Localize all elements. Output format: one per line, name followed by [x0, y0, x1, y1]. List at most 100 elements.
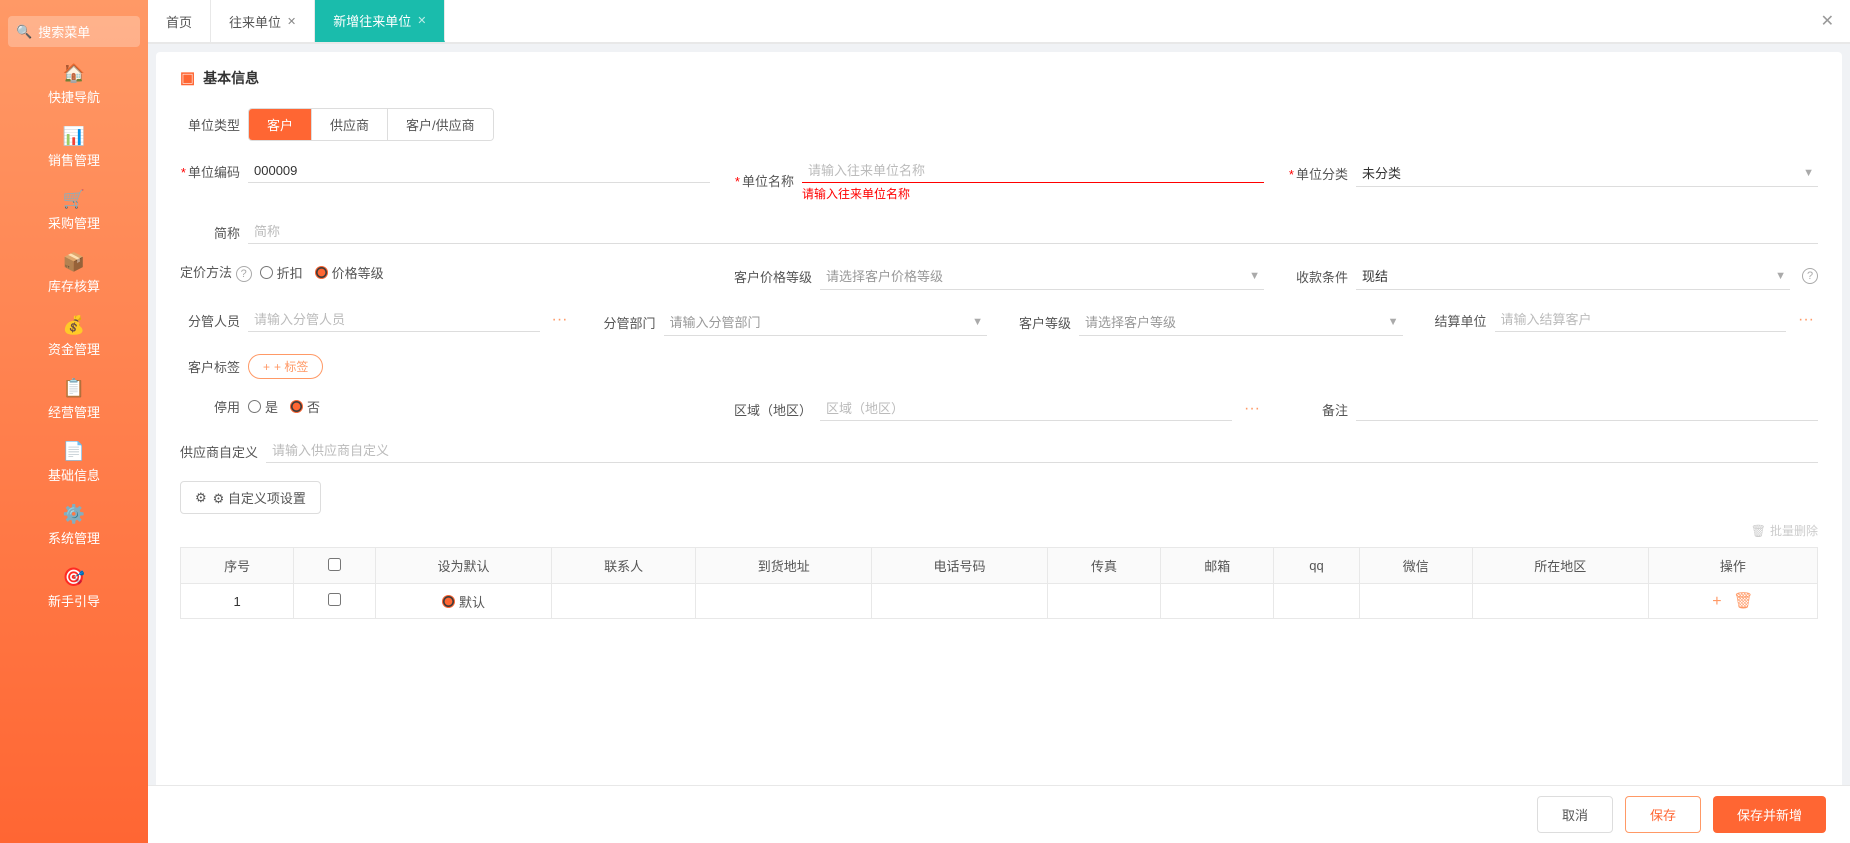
delete-row-icon[interactable]: 🗑	[1733, 593, 1753, 610]
col-action: 操作	[1648, 548, 1817, 584]
unit-code-input[interactable]	[248, 159, 710, 183]
cell-action: + 🗑	[1648, 584, 1817, 619]
custom-settings-button[interactable]: ⚙ ⚙ 自定义项设置	[180, 481, 321, 514]
section-title: 基本信息	[203, 68, 259, 88]
short-name-input[interactable]	[248, 220, 1818, 244]
save-and-new-button[interactable]: 保存并新增	[1713, 796, 1826, 833]
customer-level-select[interactable]: 请选择客户等级 ▼	[1079, 308, 1403, 336]
pricing-discount-radio[interactable]	[260, 266, 273, 279]
sidebar-item-label: 基础信息	[48, 465, 100, 484]
tab-new-partner[interactable]: 新增往来单位 ✕	[315, 0, 445, 42]
unit-category-field: *单位分类 未分类 ▼	[1288, 159, 1818, 187]
region-field: 区域（地区） ···	[734, 397, 1264, 421]
settlement-more-icon[interactable]: ···	[1794, 311, 1818, 329]
contacts-table: 序号 设为默认 联系人 到货地址 电话号码 传真 邮箱 qq 微信 所在地区 操…	[180, 547, 1818, 619]
sidebar-item-finance[interactable]: 💰 资金管理	[0, 305, 148, 368]
row-default-radio[interactable]	[442, 595, 455, 608]
table-header-row: 序号 设为默认 联系人 到货地址 电话号码 传真 邮箱 qq 微信 所在地区 操…	[181, 548, 1818, 584]
unit-name-error: 请输入往来单位名称	[802, 185, 1264, 202]
disabled-no-radio[interactable]	[290, 400, 303, 413]
form-content: ▣ 基本信息 单位类型 客户 供应商 客户/供应商 *单位编码 *单位名称	[156, 52, 1842, 835]
pricing-discount-option[interactable]: 折扣	[260, 263, 303, 282]
tab-home[interactable]: 首页	[148, 0, 211, 42]
save-button[interactable]: 保存	[1625, 796, 1701, 833]
custom-settings-section: ⚙ ⚙ 自定义项设置	[180, 481, 1818, 514]
table-header: 序号 设为默认 联系人 到货地址 电话号码 传真 邮箱 qq 微信 所在地区 操…	[181, 548, 1818, 584]
disabled-no-option[interactable]: 否	[290, 397, 320, 416]
customer-level-field: 客户等级 请选择客户等级 ▼	[1011, 308, 1403, 336]
disabled-yes-option[interactable]: 是	[248, 397, 278, 416]
disabled-radio-group: 是 否	[248, 397, 320, 416]
department-label: 分管部门	[596, 313, 656, 332]
sidebar-item-purchase[interactable]: 🛒 采购管理	[0, 179, 148, 242]
section-header: ▣ 基本信息	[180, 68, 1818, 88]
sidebar-item-label: 资金管理	[48, 339, 100, 358]
pricing-help-icon[interactable]: ?	[236, 266, 252, 282]
pricing-level-radio[interactable]	[315, 266, 328, 279]
supplier-custom-input[interactable]	[266, 439, 1818, 463]
payment-terms-value: 现结	[1356, 262, 1775, 289]
cancel-button[interactable]: 取消	[1537, 796, 1613, 833]
sidebar-item-system[interactable]: ⚙️ 系统管理	[0, 494, 148, 557]
sidebar-item-sales[interactable]: 📊 销售管理	[0, 116, 148, 179]
chevron-down-icon: ▼	[1803, 167, 1818, 179]
sidebar-item-basic[interactable]: 📄 基础信息	[0, 431, 148, 494]
pricing-level-option[interactable]: 价格等级	[315, 263, 384, 282]
close-new-partner-tab[interactable]: ✕	[417, 14, 426, 27]
sidebar-item-inventory[interactable]: 📦 库存核算	[0, 242, 148, 305]
customer-price-level-label: 客户价格等级	[734, 267, 812, 286]
sidebar-item-quick-nav[interactable]: 🏠 快捷导航	[0, 53, 148, 116]
department-select[interactable]: 请输入分管部门 ▼	[664, 308, 988, 336]
col-seq: 序号	[181, 548, 294, 584]
select-all-checkbox[interactable]	[328, 558, 341, 571]
batch-delete-label[interactable]: 批量删除	[1770, 522, 1818, 539]
customer-level-label: 客户等级	[1011, 313, 1071, 332]
region-label: 区域（地区）	[734, 400, 812, 419]
settlement-unit-input[interactable]	[1495, 308, 1787, 332]
row-default-option[interactable]: 默认	[386, 592, 541, 611]
tab-partners[interactable]: 往来单位 ✕	[211, 0, 315, 42]
row-checkbox[interactable]	[328, 593, 341, 606]
unit-category-select[interactable]: 未分类 ▼	[1356, 159, 1818, 187]
btn-customer[interactable]: 客户	[249, 109, 312, 140]
col-contact: 联系人	[551, 548, 696, 584]
footer-bar: 取消 保存 保存并新增	[148, 785, 1850, 843]
disabled-yes-radio[interactable]	[248, 400, 261, 413]
add-row-icon[interactable]: +	[1712, 593, 1721, 610]
btn-supplier[interactable]: 供应商	[312, 109, 388, 140]
unit-type-row: 单位类型 客户 供应商 客户/供应商	[180, 108, 1818, 141]
money-icon: 💰	[63, 315, 85, 336]
close-partners-tab[interactable]: ✕	[287, 15, 296, 28]
sidebar: 🔍 搜索菜单 🏠 快捷导航 📊 销售管理 🛒 采购管理 📦 库存核算 💰 资金管…	[0, 0, 148, 843]
unit-name-input[interactable]	[802, 159, 1264, 183]
unit-name-with-error: 请输入往来单位名称	[802, 159, 1264, 202]
customer-price-level-field: 客户价格等级 请选择客户价格等级 ▼	[734, 262, 1264, 290]
region-input[interactable]	[820, 397, 1232, 421]
payment-terms-help-icon[interactable]: ?	[1802, 268, 1818, 284]
close-all-tabs[interactable]: ✕	[1805, 11, 1850, 31]
btn-both[interactable]: 客户/供应商	[388, 109, 493, 140]
remarks-label: 备注	[1288, 400, 1348, 419]
add-tag-button[interactable]: + + 标签	[248, 354, 323, 379]
manager-input[interactable]	[248, 308, 540, 332]
unit-code-label: *单位编码	[180, 162, 240, 181]
search-menu[interactable]: 🔍 搜索菜单	[8, 16, 140, 47]
supplier-custom-row: 供应商自定义	[180, 439, 1818, 463]
col-qq: qq	[1274, 548, 1359, 584]
unit-type-field: 单位类型 客户 供应商 客户/供应商	[180, 108, 1818, 141]
remarks-input[interactable]	[1356, 397, 1818, 421]
sidebar-item-operations[interactable]: 📋 经营管理	[0, 368, 148, 431]
manager-more-icon[interactable]: ···	[548, 311, 572, 329]
sidebar-item-guide[interactable]: 🎯 新手引导	[0, 557, 148, 620]
manager-field: 分管人员 ···	[180, 308, 572, 332]
cell-email	[1161, 584, 1274, 619]
gear-small-icon: ⚙	[195, 490, 207, 506]
region-more-icon[interactable]: ···	[1240, 400, 1264, 418]
customer-price-level-select[interactable]: 请选择客户价格等级 ▼	[820, 262, 1264, 290]
cell-address	[696, 584, 872, 619]
unit-category-label: *单位分类	[1288, 164, 1348, 183]
settlement-unit-field: 结算单位 ···	[1427, 308, 1819, 332]
sidebar-item-label: 系统管理	[48, 528, 100, 547]
disabled-region-row: 停用 是 否 区域（地区） ··· 备注	[180, 397, 1818, 421]
payment-terms-select[interactable]: 现结 ▼	[1356, 262, 1790, 290]
